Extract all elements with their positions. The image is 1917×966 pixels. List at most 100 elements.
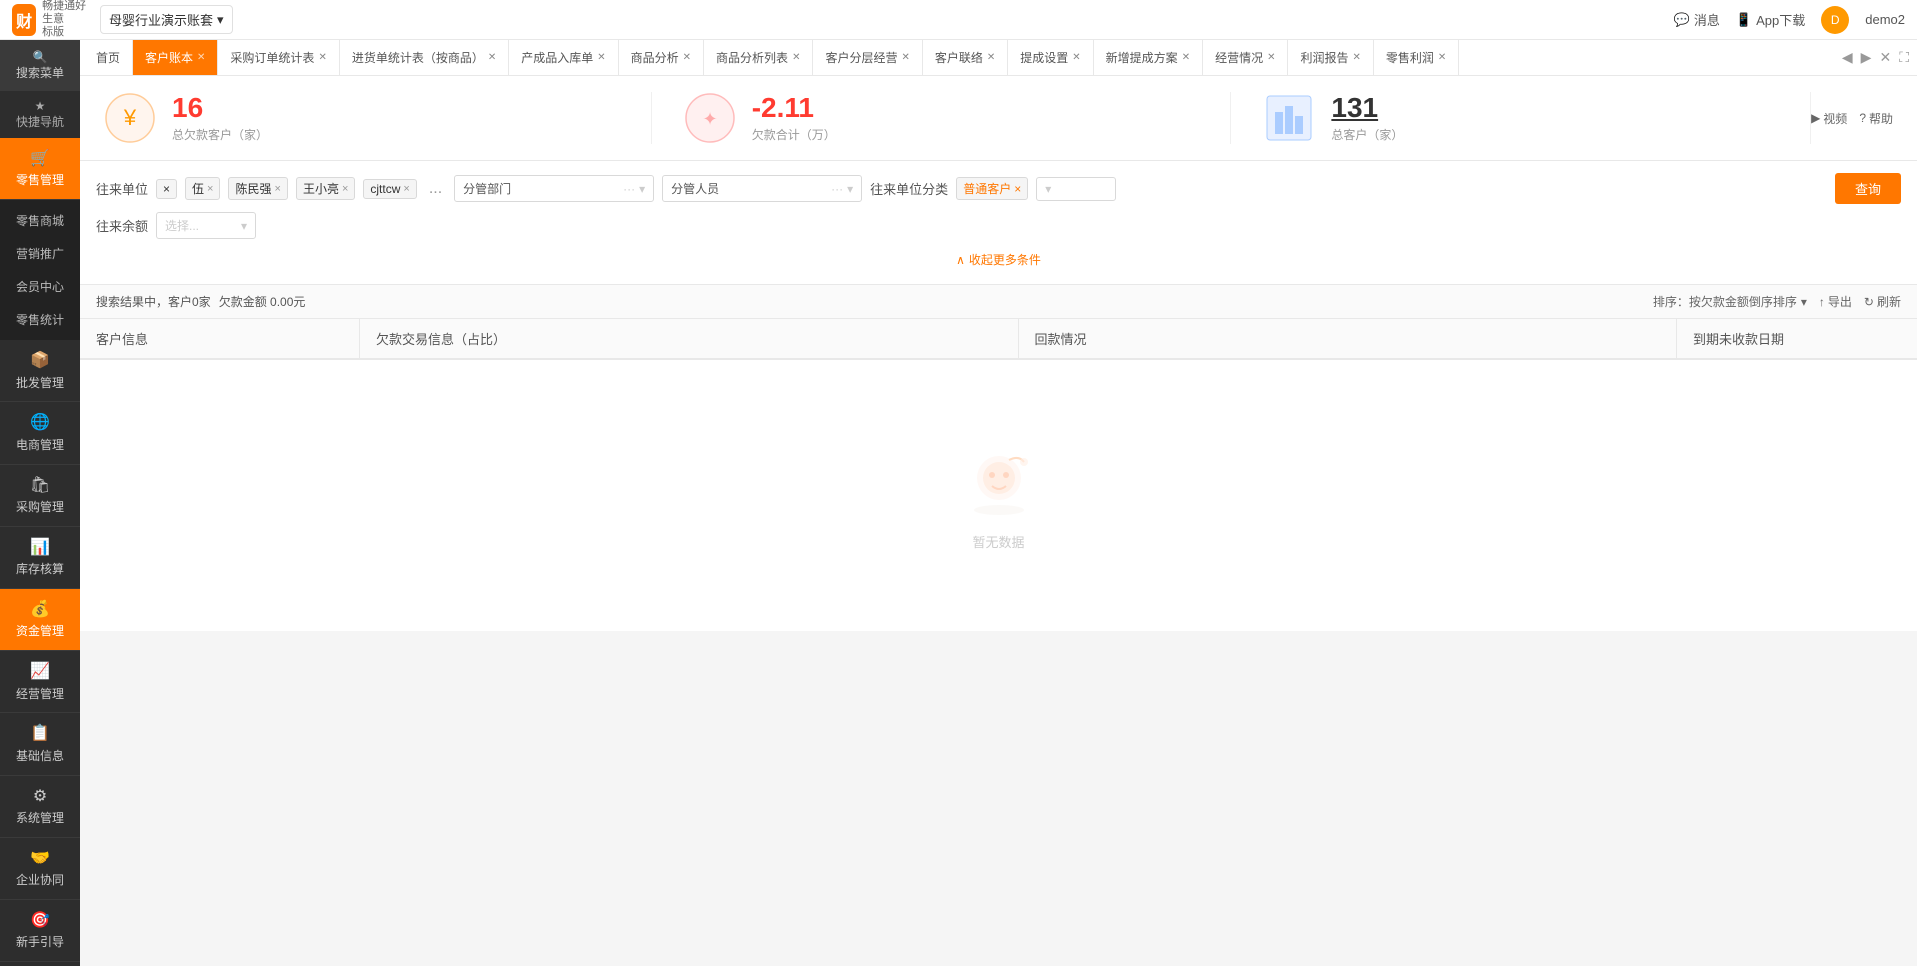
- tab-product-analysis-list[interactable]: 商品分析列表 ✕: [704, 40, 813, 76]
- close-icon[interactable]: ✕: [792, 52, 800, 63]
- inventory-icon: 📊: [30, 537, 50, 559]
- star-icon: ★: [4, 99, 76, 113]
- filter-row-1: 往来单位 × 伍 × 陈民强 × 王小亮 × cjttcw × ...: [96, 173, 1901, 204]
- sort-select[interactable]: 排序：按欠款金额倒序排序 ▾: [1653, 293, 1807, 310]
- close-icon[interactable]: ✕: [987, 52, 995, 63]
- stat-icon-total: [1263, 92, 1315, 144]
- tab-home[interactable]: 首页: [84, 40, 133, 76]
- tab-inbound-stats[interactable]: 进货单统计表（按商品） ✕: [340, 40, 509, 76]
- sidebar-quicknav[interactable]: ★ 快捷导航: [0, 91, 80, 138]
- tab-profit-report[interactable]: 利润报告 ✕: [1288, 40, 1373, 76]
- close-icon[interactable]: ✕: [488, 52, 496, 63]
- sidebar-item-ecommerce[interactable]: 🌐 电商管理: [0, 402, 80, 464]
- close-icon[interactable]: ✕: [1182, 52, 1190, 63]
- top-bar-right: 💬 消息 📱 App下载 D demo2: [1674, 6, 1905, 34]
- sidebar-item-retail-mgmt[interactable]: 🛒 零售管理: [0, 138, 80, 200]
- workspace-selector[interactable]: 母婴行业演示账套 ▾: [100, 5, 233, 34]
- sidebar-item-member-center[interactable]: 会员中心: [0, 270, 80, 303]
- remove-category-tag[interactable]: ×: [1014, 182, 1021, 196]
- debt-amount-text: 欠款金额 0.00元: [219, 293, 306, 310]
- stat-info-total: 131 总客户（家）: [1331, 94, 1403, 143]
- search-result-text: 搜索结果中，客户0家: [96, 293, 211, 310]
- close-icon[interactable]: ✕: [1072, 52, 1080, 63]
- tab-purchase-order-stats[interactable]: 采购订单统计表 ✕: [218, 40, 339, 76]
- dept-filter-select[interactable]: 分管部门 ··· ▾: [454, 175, 654, 202]
- col-debt-info: 欠款交易信息（占比）: [360, 319, 1019, 358]
- more-tags-button[interactable]: ...: [425, 178, 446, 200]
- col-due-date: 到期未收款日期: [1677, 319, 1917, 358]
- tab-product-inbound[interactable]: 产成品入库单 ✕: [509, 40, 618, 76]
- video-button[interactable]: ▶ 视频: [1811, 110, 1847, 127]
- tab-retail-profit[interactable]: 零售利润 ✕: [1374, 40, 1459, 76]
- query-button[interactable]: 查询: [1835, 173, 1901, 204]
- svg-text:✦: ✦: [702, 109, 717, 129]
- remove-tag-wang[interactable]: ×: [342, 183, 348, 195]
- nav-expand-icon[interactable]: ⛶: [1895, 49, 1913, 66]
- balance-select[interactable]: 选择... ▾: [156, 212, 256, 239]
- sidebar-item-retail-mall[interactable]: 零售商城: [0, 204, 80, 237]
- sidebar-item-newbie[interactable]: 🎯 新手引导: [0, 900, 80, 962]
- filter-toggle-row: ∧ 收起更多条件: [96, 247, 1901, 272]
- remove-tag-cjttcw[interactable]: ×: [403, 183, 409, 195]
- filter-row-2: 往来余额 选择... ▾: [96, 212, 1901, 239]
- wholesale-icon: 📦: [30, 350, 50, 372]
- tab-product-analysis[interactable]: 商品分析 ✕: [619, 40, 704, 76]
- svg-text:¥: ¥: [123, 105, 137, 130]
- chevron-up-icon: ∧: [956, 253, 965, 267]
- avatar[interactable]: D: [1821, 6, 1849, 34]
- stat-icon-customers: ¥: [104, 92, 156, 144]
- nav-next-icon[interactable]: ▶: [1857, 49, 1876, 66]
- message-button[interactable]: 💬 消息: [1674, 10, 1720, 29]
- close-icon[interactable]: ✕: [1438, 52, 1446, 63]
- app-download-button[interactable]: 📱 App下载: [1736, 10, 1805, 29]
- refresh-button[interactable]: ↻ 刷新: [1864, 293, 1901, 310]
- close-icon[interactable]: ✕: [318, 52, 326, 63]
- sidebar-item-retail-stats[interactable]: 零售统计: [0, 303, 80, 336]
- filter-tag-wang: 王小亮 ×: [296, 177, 355, 200]
- message-icon: 💬: [1674, 12, 1690, 28]
- purchase-icon: 🛍: [30, 475, 50, 497]
- sidebar-item-purchase[interactable]: 🛍 采购管理: [0, 465, 80, 527]
- stat-label-debt: 欠款合计（万）: [752, 126, 836, 143]
- help-button[interactable]: ? 帮助: [1859, 110, 1893, 127]
- tab-commission-setting[interactable]: 提成设置 ✕: [1008, 40, 1093, 76]
- export-button[interactable]: ↑ 导出: [1819, 293, 1852, 310]
- close-icon[interactable]: ✕: [683, 52, 691, 63]
- remove-tag-wu[interactable]: ×: [207, 183, 213, 195]
- sidebar-item-operations[interactable]: 📈 经营管理: [0, 651, 80, 713]
- collapse-filter-button[interactable]: ∧ 收起更多条件: [952, 247, 1045, 272]
- username: demo2: [1865, 12, 1905, 27]
- close-icon[interactable]: ✕: [901, 52, 909, 63]
- chevron-down-icon: ▾: [217, 12, 224, 28]
- sidebar-item-inventory[interactable]: 📊 库存核算: [0, 527, 80, 589]
- nav-close-all-icon[interactable]: ✕: [1875, 49, 1895, 66]
- chevron-down-icon: ▾: [847, 182, 853, 196]
- filter-area: 往来单位 × 伍 × 陈民强 × 王小亮 × cjttcw × ...: [80, 161, 1917, 285]
- newbie-icon: 🎯: [30, 910, 50, 932]
- sidebar-search[interactable]: 🔍 搜索菜单: [0, 40, 80, 91]
- table-header: 客户信息 欠款交易信息（占比） 回款情况 到期未收款日期: [80, 319, 1917, 360]
- results-bar: 搜索结果中，客户0家 欠款金额 0.00元 排序：按欠款金额倒序排序 ▾ ↑ 导…: [80, 285, 1917, 319]
- sidebar-item-system[interactable]: ⚙ 系统管理: [0, 776, 80, 838]
- close-icon[interactable]: ✕: [197, 52, 205, 63]
- close-icon[interactable]: ✕: [1267, 52, 1275, 63]
- tab-customer-contact[interactable]: 客户联络 ✕: [923, 40, 1008, 76]
- sidebar-item-app-center[interactable]: 🔲 应用中心: [0, 962, 80, 966]
- stat-label-customers: 总欠款客户（家）: [172, 126, 268, 143]
- sidebar-item-finance[interactable]: 💰 资金管理: [0, 589, 80, 651]
- remove-tag-chen[interactable]: ×: [275, 183, 281, 195]
- person-filter-select[interactable]: 分管人员 ··· ▾: [662, 175, 862, 202]
- sidebar-item-base-info[interactable]: 📋 基础信息: [0, 713, 80, 775]
- nav-tabs: 首页 客户账本 ✕ 采购订单统计表 ✕ 进货单统计表（按商品） ✕ 产成品入库单…: [80, 40, 1917, 76]
- tab-new-commission[interactable]: 新增提成方案 ✕: [1094, 40, 1203, 76]
- tab-customer-ledger[interactable]: 客户账本 ✕: [133, 40, 218, 76]
- sidebar-item-enterprise-collab[interactable]: 🤝 企业协同: [0, 838, 80, 900]
- tab-customer-layer[interactable]: 客户分层经营 ✕: [813, 40, 922, 76]
- tab-operations[interactable]: 经营情况 ✕: [1203, 40, 1288, 76]
- close-icon[interactable]: ✕: [1353, 52, 1361, 63]
- sidebar-item-wholesale-mgmt[interactable]: 📦 批发管理: [0, 340, 80, 402]
- nav-prev-icon[interactable]: ◀: [1838, 49, 1857, 66]
- category-select[interactable]: ▾: [1036, 177, 1116, 201]
- sidebar-item-marketing[interactable]: 营销推广: [0, 237, 80, 270]
- close-icon[interactable]: ✕: [597, 52, 605, 63]
